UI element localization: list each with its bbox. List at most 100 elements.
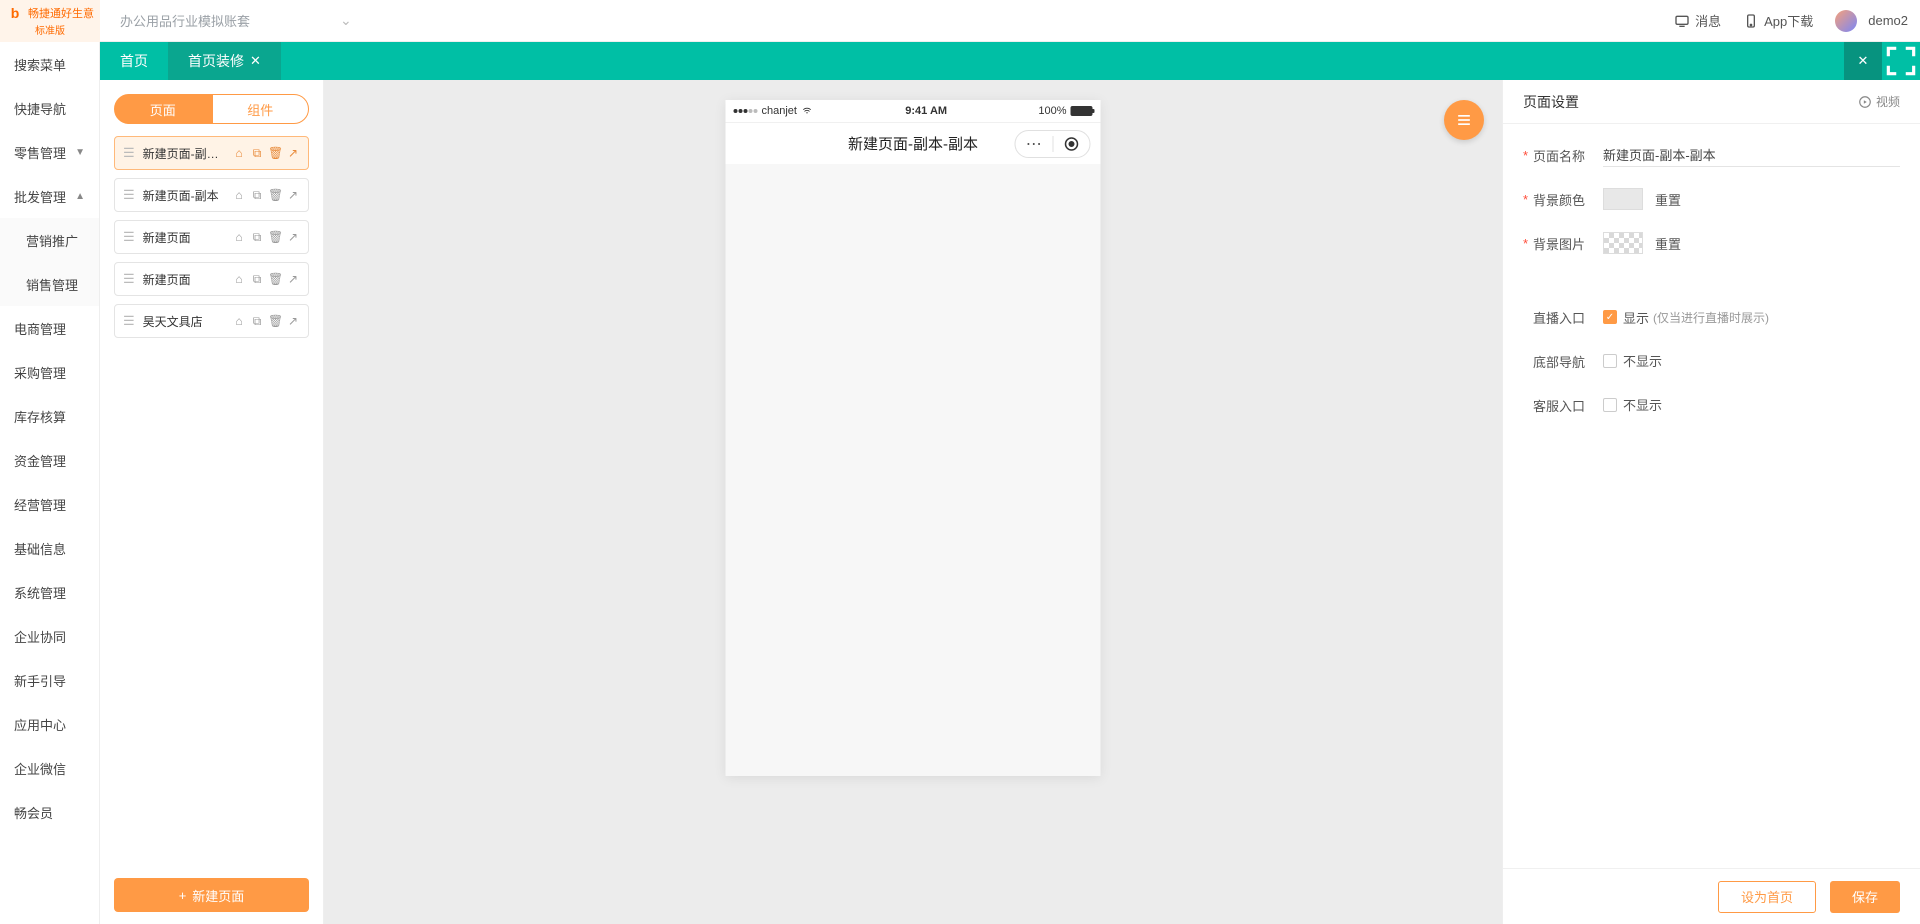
capsule-more-icon[interactable]: ⋯: [1016, 134, 1053, 154]
sidebar-item-guide[interactable]: 新手引导: [0, 658, 99, 702]
pagelist-tab-page[interactable]: 页面: [114, 94, 212, 124]
account-select[interactable]: 办公用品行业模拟账套 ⌄: [120, 11, 352, 30]
play-icon: [1858, 95, 1872, 109]
tab-close-icon[interactable]: ✕: [250, 53, 261, 69]
home-icon[interactable]: ⌂: [232, 188, 246, 203]
drag-icon[interactable]: ☰: [123, 229, 135, 245]
sidebar-item-retail[interactable]: 零售管理▼: [0, 130, 99, 174]
tabs-close-all-icon[interactable]: ✕: [1844, 42, 1882, 80]
service-checkbox[interactable]: [1603, 398, 1617, 412]
home-icon[interactable]: ⌂: [232, 314, 246, 329]
bgimg-swatch[interactable]: [1603, 232, 1643, 254]
sidebar-item-ecommerce[interactable]: 电商管理: [0, 306, 99, 350]
video-help-button[interactable]: 视频: [1858, 93, 1900, 110]
bgcolor-swatch[interactable]: [1603, 188, 1643, 210]
home-icon[interactable]: ⌂: [232, 230, 246, 245]
carrier-label: chanjet: [762, 105, 797, 117]
canvas-menu-button[interactable]: [1444, 100, 1484, 140]
caret-up-icon: ▲: [75, 191, 85, 202]
sidebar-item-quicknav[interactable]: 快捷导航: [0, 86, 99, 130]
delete-icon[interactable]: 🗑: [268, 146, 282, 161]
app-download-label: App下载: [1764, 11, 1813, 30]
new-page-button[interactable]: + 新建页面: [114, 878, 309, 912]
bgcolor-label: 背景颜色: [1533, 190, 1603, 209]
page-row[interactable]: ☰ 新建页面 ⌂⧉🗑↗: [114, 220, 309, 254]
account-label: 办公用品行业模拟账套: [120, 11, 250, 30]
bottomnav-checkbox[interactable]: [1603, 354, 1617, 368]
sidebar-item-purchase[interactable]: 采购管理: [0, 350, 99, 394]
share-icon[interactable]: ↗: [286, 314, 300, 329]
sidebar-item-marketing[interactable]: 营销推广: [0, 218, 99, 262]
sidebar-item-inventory[interactable]: 库存核算: [0, 394, 99, 438]
live-checkbox[interactable]: ✓: [1603, 310, 1617, 324]
delete-icon[interactable]: 🗑: [268, 314, 282, 329]
page-name-input[interactable]: [1603, 143, 1900, 167]
user-menu[interactable]: demo2: [1835, 10, 1908, 32]
tab-page-decor[interactable]: 首页装修 ✕: [168, 42, 281, 80]
page-row[interactable]: ☰ 新建页面 ⌂⧉🗑↗: [114, 262, 309, 296]
phone-time: 9:41 AM: [814, 105, 1038, 117]
sidebar-item-basicinfo[interactable]: 基础信息: [0, 526, 99, 570]
sidebar-item-operation[interactable]: 经营管理: [0, 482, 99, 526]
battery-icon: [1071, 106, 1093, 116]
drag-icon[interactable]: ☰: [123, 313, 135, 329]
delete-icon[interactable]: 🗑: [268, 230, 282, 245]
sidebar-item-search[interactable]: 搜索菜单: [0, 42, 99, 86]
bottomnav-label: 底部导航: [1533, 352, 1603, 371]
user-name: demo2: [1868, 13, 1908, 28]
share-icon[interactable]: ↗: [286, 272, 300, 287]
sidebar-item-sales[interactable]: 销售管理: [0, 262, 99, 306]
phone-title: 新建页面-副本-副本: [848, 133, 978, 154]
bgimg-reset-button[interactable]: 重置: [1655, 234, 1681, 253]
logo-text: 畅捷通好生意: [28, 5, 94, 21]
drag-icon[interactable]: ☰: [123, 271, 135, 287]
share-icon[interactable]: ↗: [286, 230, 300, 245]
drag-icon[interactable]: ☰: [123, 145, 135, 161]
settings-panel: 页面设置 视频 * 页面名称 *: [1502, 80, 1920, 924]
set-home-button[interactable]: 设为首页: [1718, 881, 1816, 913]
drag-icon[interactable]: ☰: [123, 187, 135, 203]
sidebar-item-member[interactable]: 畅会员: [0, 790, 99, 834]
service-label: 客服入口: [1533, 396, 1603, 415]
copy-icon[interactable]: ⧉: [250, 272, 264, 287]
home-icon[interactable]: ⌂: [232, 146, 246, 161]
settings-title: 页面设置: [1523, 92, 1579, 112]
sidebar-item-wholesale[interactable]: 批发管理▲: [0, 174, 99, 218]
fullscreen-icon[interactable]: [1882, 42, 1920, 80]
sidebar-item-system[interactable]: 系统管理: [0, 570, 99, 614]
page-name-label: 页面名称: [1533, 146, 1603, 165]
logo[interactable]: b 畅捷通好生意 标准版: [0, 0, 100, 42]
tab-home[interactable]: 首页: [100, 42, 168, 80]
share-icon[interactable]: ↗: [286, 146, 300, 161]
signal-icon: [734, 109, 758, 113]
copy-icon[interactable]: ⧉: [250, 188, 264, 203]
sidebar-item-appcenter[interactable]: 应用中心: [0, 702, 99, 746]
page-row[interactable]: ☰ 新建页面-副本 ⌂⧉🗑↗: [114, 178, 309, 212]
copy-icon[interactable]: ⧉: [250, 146, 264, 161]
delete-icon[interactable]: 🗑: [268, 272, 282, 287]
home-icon[interactable]: ⌂: [232, 272, 246, 287]
pagelist-tab-component[interactable]: 组件: [212, 94, 310, 124]
copy-icon[interactable]: ⧉: [250, 314, 264, 329]
phone-status-bar: chanjet 9:41 AM 100%: [726, 100, 1101, 122]
bgcolor-reset-button[interactable]: 重置: [1655, 190, 1681, 209]
live-label: 直播入口: [1533, 308, 1603, 327]
canvas[interactable]: chanjet 9:41 AM 100% 新建页面-副本-副本: [324, 80, 1502, 924]
topbar: b 畅捷通好生意 标准版 办公用品行业模拟账套 ⌄ 消息 App下载 demo2: [0, 0, 1920, 42]
app-download-button[interactable]: App下载: [1743, 11, 1813, 30]
capsule-close-icon[interactable]: [1053, 135, 1090, 153]
sidebar-item-funds[interactable]: 资金管理: [0, 438, 99, 482]
messages-label: 消息: [1695, 11, 1721, 30]
page-row[interactable]: ☰ 新建页面-副本-... ⌂ ⧉ 🗑 ↗: [114, 136, 309, 170]
battery-label: 100%: [1038, 105, 1066, 117]
delete-icon[interactable]: 🗑: [268, 188, 282, 203]
save-button[interactable]: 保存: [1830, 881, 1900, 913]
page-row[interactable]: ☰ 昊天文具店 ⌂⧉🗑↗: [114, 304, 309, 338]
messages-button[interactable]: 消息: [1674, 11, 1721, 30]
copy-icon[interactable]: ⧉: [250, 230, 264, 245]
share-icon[interactable]: ↗: [286, 188, 300, 203]
avatar: [1835, 10, 1857, 32]
sidebar-item-wechat[interactable]: 企业微信: [0, 746, 99, 790]
phone-header: 新建页面-副本-副本 ⋯: [726, 122, 1101, 164]
sidebar-item-collab[interactable]: 企业协同: [0, 614, 99, 658]
